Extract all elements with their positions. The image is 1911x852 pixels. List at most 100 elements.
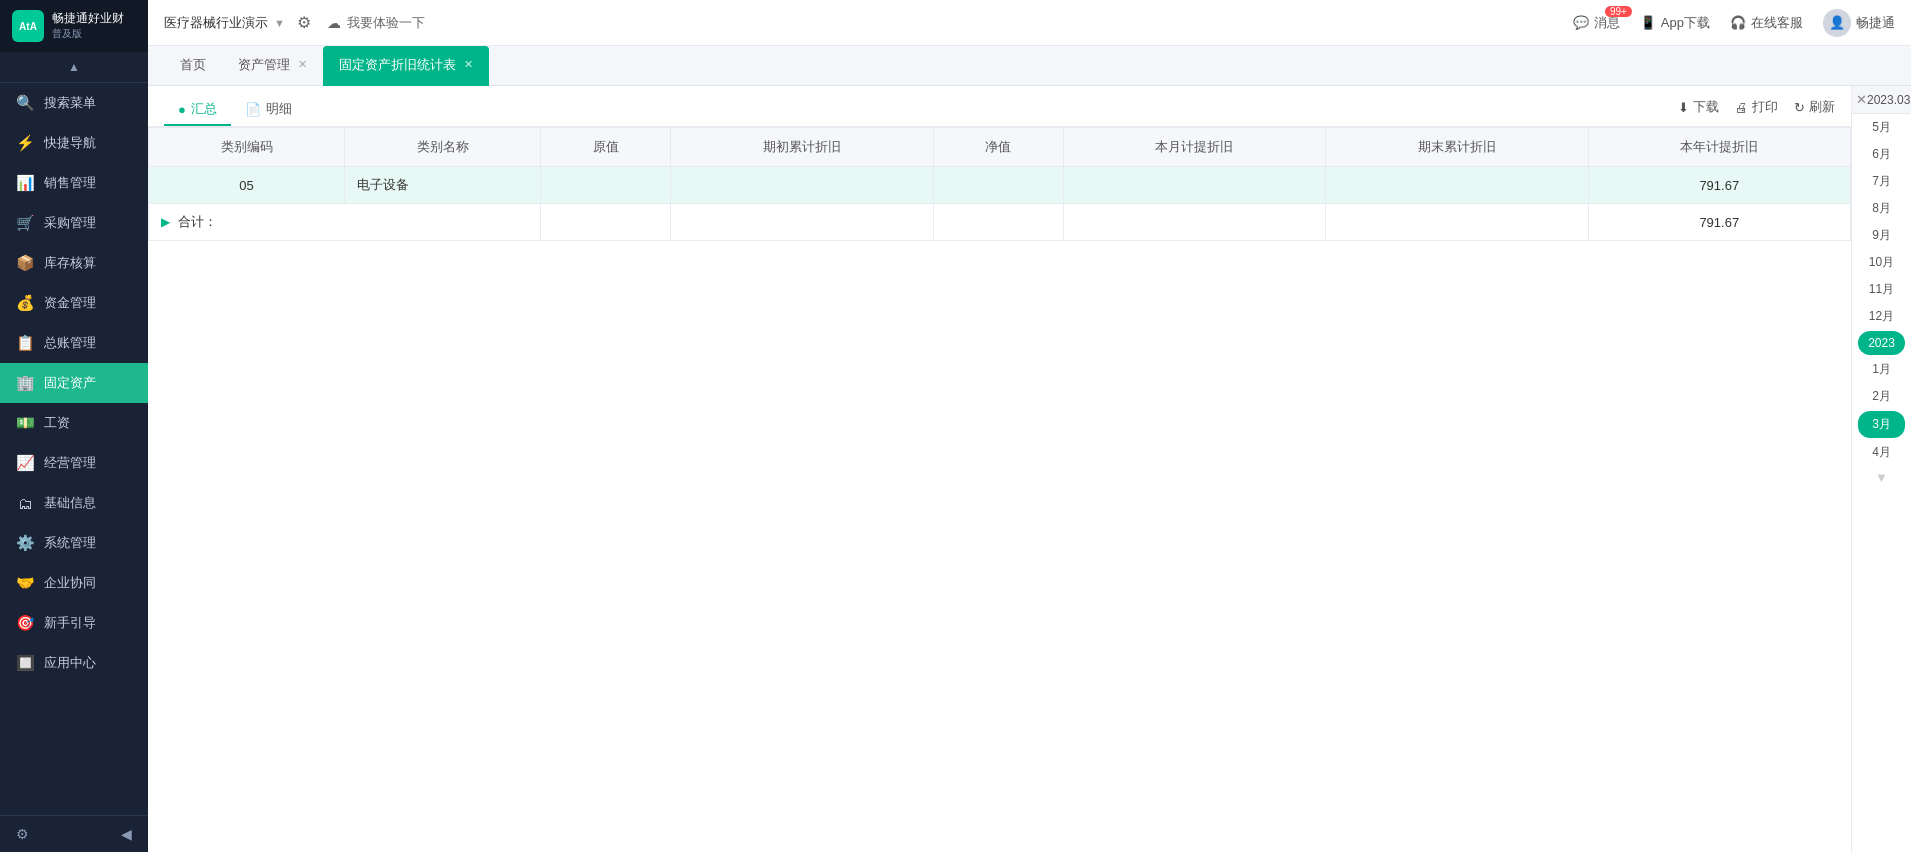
action-buttons: ⬇ 下载 🖨 打印 ↻ 刷新 xyxy=(1678,98,1835,122)
date-month-1[interactable]: 1月 xyxy=(1852,356,1911,383)
col-original: 原值 xyxy=(541,128,671,167)
phone-icon: 📱 xyxy=(1640,15,1656,30)
sidebar-item-finance[interactable]: 💰 资金管理 xyxy=(0,283,148,323)
refresh-btn[interactable]: ↻ 刷新 xyxy=(1794,98,1835,116)
subtab-left: ● 汇总 📄 明细 xyxy=(164,94,306,126)
sidebar-item-label-payroll: 工资 xyxy=(44,414,70,432)
print-btn[interactable]: 🖨 打印 xyxy=(1735,98,1778,116)
refresh-label: 刷新 xyxy=(1809,98,1835,116)
app-title: 畅捷通好业财 xyxy=(52,11,124,27)
sidebar-item-sales[interactable]: 📊 销售管理 xyxy=(0,163,148,203)
summary-icon: ● xyxy=(178,102,186,117)
sidebar-menu: 🔍 搜索菜单 ⚡ 快捷导航 📊 销售管理 🛒 采购管理 📦 库存核算 💰 资金管… xyxy=(0,83,148,815)
sidebar-item-label-quicknav: 快捷导航 xyxy=(44,134,96,152)
date-month-6[interactable]: 6月 xyxy=(1852,141,1911,168)
date-list: 5月 6月 7月 8月 9月 10月 11月 12月 2023 1月 2月 3月… xyxy=(1852,114,1911,852)
cell-annual-depr: 791.67 xyxy=(1588,167,1850,204)
date-year-2023[interactable]: 2023 xyxy=(1858,331,1905,355)
tab-depreciation-close[interactable]: ✕ xyxy=(464,58,473,71)
date-month-8[interactable]: 8月 xyxy=(1852,195,1911,222)
service-label: 在线客服 xyxy=(1751,14,1803,32)
topbar-right: 💬 消息 99+ 📱 App下载 🎧 在线客服 👤 畅捷通 xyxy=(1573,9,1895,37)
payroll-icon: 💵 xyxy=(16,414,34,432)
sidebar-item-ledger[interactable]: 📋 总账管理 xyxy=(0,323,148,363)
col-code: 类别编码 xyxy=(149,128,345,167)
table-row: 05 电子设备 791.67 xyxy=(149,167,1851,204)
subtab-bar: ● 汇总 📄 明细 ⬇ 下载 🖨 打印 xyxy=(148,86,1851,127)
company-name: 医疗器械行业演示 xyxy=(164,14,268,32)
subtab-summary[interactable]: ● 汇总 xyxy=(164,94,231,126)
company-selector[interactable]: 医疗器械行业演示 ▼ xyxy=(164,14,285,32)
message-badge: 99+ xyxy=(1605,6,1632,17)
table-container: 类别编码 类别名称 原值 期初累计折旧 净值 本月计提折旧 期末累计折旧 本年计… xyxy=(148,127,1851,852)
detail-icon: 📄 xyxy=(245,102,261,117)
sidebar-item-payroll[interactable]: 💵 工资 xyxy=(0,403,148,443)
experience-label: 我要体验一下 xyxy=(347,14,425,32)
table-total-row: ▶ 合计： 791.67 xyxy=(149,204,1851,241)
main-content: 医疗器械行业演示 ▼ ⚙ ☁ 我要体验一下 💬 消息 99+ 📱 App下载 🎧… xyxy=(148,0,1911,852)
sidebar-scroll-up[interactable]: ▲ xyxy=(64,56,84,78)
cell-begin-accum xyxy=(671,167,933,204)
total-expand-icon[interactable]: ▶ xyxy=(161,215,170,229)
download-btn[interactable]: ⬇ 下载 xyxy=(1678,98,1719,116)
sidebar-item-collab[interactable]: 🤝 企业协同 xyxy=(0,563,148,603)
date-scroll-down-icon[interactable]: ▼ xyxy=(1852,466,1911,489)
sidebar-item-label-guide: 新手引导 xyxy=(44,614,96,632)
tab-depreciation-label: 固定资产折旧统计表 xyxy=(339,56,456,74)
sidebar-item-basic[interactable]: 🗂 基础信息 xyxy=(0,483,148,523)
experience-btn[interactable]: ☁ 我要体验一下 xyxy=(327,14,425,32)
tab-depreciation[interactable]: 固定资产折旧统计表 ✕ xyxy=(323,46,489,86)
col-begin-accum: 期初累计折旧 xyxy=(671,128,933,167)
refresh-icon: ↻ xyxy=(1794,100,1805,115)
total-label: 合计： xyxy=(178,214,217,229)
user-btn[interactable]: 👤 畅捷通 xyxy=(1823,9,1895,37)
sidebar-item-label-search: 搜索菜单 xyxy=(44,94,96,112)
total-net-value xyxy=(933,204,1063,241)
cell-net-value xyxy=(933,167,1063,204)
subtab-detail[interactable]: 📄 明细 xyxy=(231,94,306,126)
date-month-11[interactable]: 11月 xyxy=(1852,276,1911,303)
total-begin-accum xyxy=(671,204,933,241)
guide-icon: 🎯 xyxy=(16,614,34,632)
topbar-settings-icon[interactable]: ⚙ xyxy=(297,13,311,32)
total-end-accum xyxy=(1326,204,1588,241)
tab-asset-mgmt-close[interactable]: ✕ xyxy=(298,58,307,71)
date-month-9[interactable]: 9月 xyxy=(1852,222,1911,249)
date-month-3[interactable]: 3月 xyxy=(1858,411,1905,438)
sidebar-footer: ⚙ ◀ xyxy=(0,815,148,852)
content-panel: ● 汇总 📄 明细 ⬇ 下载 🖨 打印 xyxy=(148,86,1851,852)
inventory-icon: 📦 xyxy=(16,254,34,272)
mgmt-icon: 📈 xyxy=(16,454,34,472)
sidebar-item-search[interactable]: 🔍 搜索菜单 xyxy=(0,83,148,123)
sidebar-item-quicknav[interactable]: ⚡ 快捷导航 xyxy=(0,123,148,163)
sidebar-item-mgmt[interactable]: 📈 经营管理 xyxy=(0,443,148,483)
service-btn[interactable]: 🎧 在线客服 xyxy=(1730,14,1803,32)
sidebar-item-label-mgmt: 经营管理 xyxy=(44,454,96,472)
sidebar-item-guide[interactable]: 🎯 新手引导 xyxy=(0,603,148,643)
date-month-5[interactable]: 5月 xyxy=(1852,114,1911,141)
username-label: 畅捷通 xyxy=(1856,14,1895,32)
settings-icon[interactable]: ⚙ xyxy=(16,826,29,842)
message-btn[interactable]: 💬 消息 99+ xyxy=(1573,14,1620,32)
tab-asset-mgmt[interactable]: 资产管理 ✕ xyxy=(222,46,323,86)
sidebar-item-appcenter[interactable]: 🔲 应用中心 xyxy=(0,643,148,683)
collapse-icon[interactable]: ◀ xyxy=(121,826,132,842)
tab-home[interactable]: 首页 xyxy=(164,46,222,86)
total-cell: ▶ 合计： xyxy=(149,204,541,241)
date-month-10[interactable]: 10月 xyxy=(1852,249,1911,276)
sidebar-item-system[interactable]: ⚙️ 系统管理 xyxy=(0,523,148,563)
cell-monthly-depr xyxy=(1063,167,1325,204)
date-month-12[interactable]: 12月 xyxy=(1852,303,1911,330)
sidebar-item-inventory[interactable]: 📦 库存核算 xyxy=(0,243,148,283)
collab-icon: 🤝 xyxy=(16,574,34,592)
headset-icon: 🎧 xyxy=(1730,15,1746,30)
date-month-7[interactable]: 7月 xyxy=(1852,168,1911,195)
sidebar-item-fixed[interactable]: 🏢 固定资产 xyxy=(0,363,148,403)
date-month-2[interactable]: 2月 xyxy=(1852,383,1911,410)
sidebar-item-purchase[interactable]: 🛒 采购管理 xyxy=(0,203,148,243)
ledger-icon: 📋 xyxy=(16,334,34,352)
download-icon: ⬇ xyxy=(1678,100,1689,115)
date-month-4[interactable]: 4月 xyxy=(1852,439,1911,466)
date-panel-close-icon[interactable]: ✕ xyxy=(1856,92,1867,107)
app-download-btn[interactable]: 📱 App下载 xyxy=(1640,14,1710,32)
